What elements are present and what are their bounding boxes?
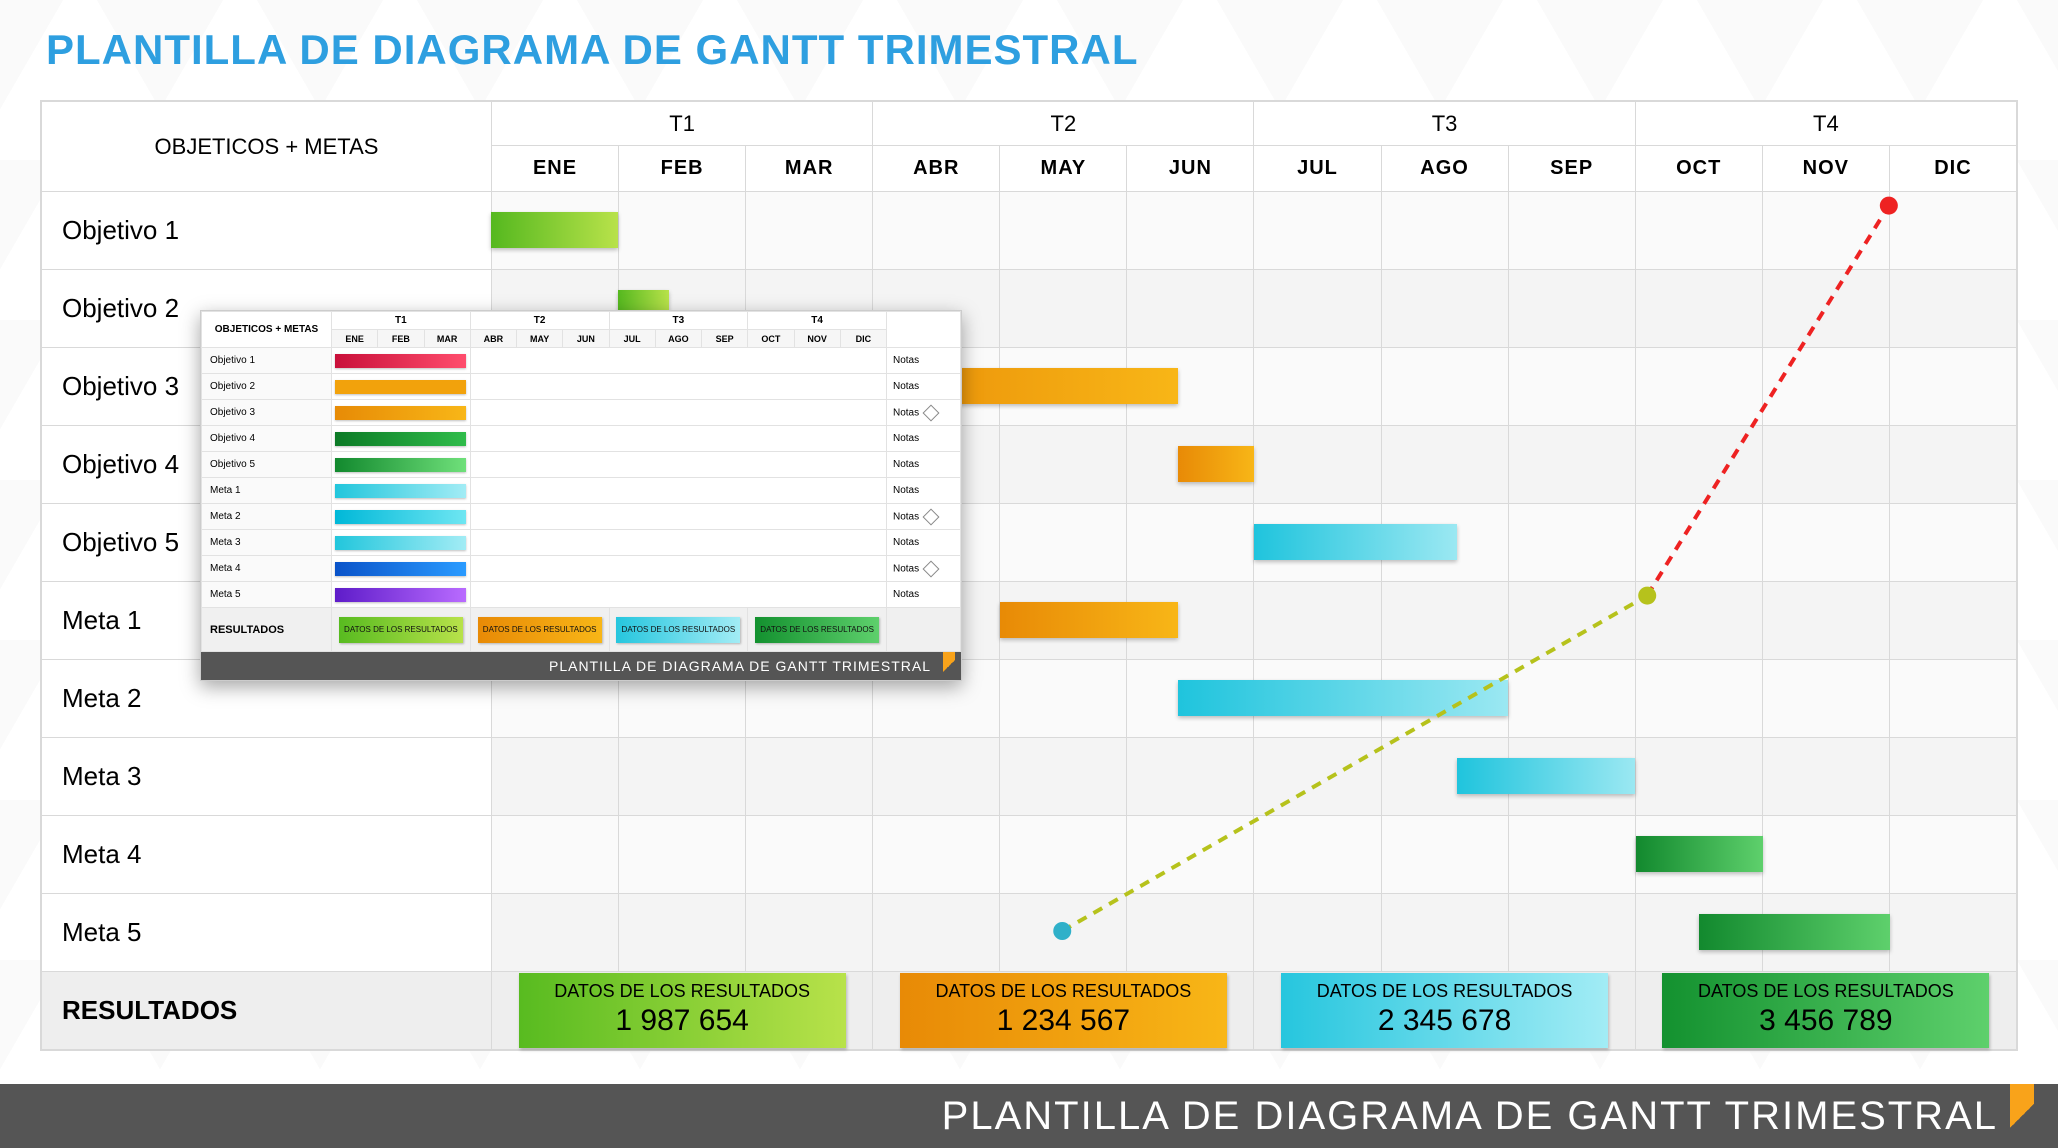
inset-notes: Notas [887, 348, 961, 374]
quarter-t2: T2 [873, 102, 1254, 146]
inset-row: Meta 1 [202, 478, 332, 504]
month-jul: JUL [1254, 146, 1381, 192]
quarter-t4: T4 [1635, 102, 2016, 146]
month-sep: SEP [1508, 146, 1635, 192]
inset-notes: Notas [887, 504, 961, 530]
month-dic: DIC [1889, 146, 2016, 192]
inset-footer: PLANTILLA DE DIAGRAMA DE GANTT TRIMESTRA… [201, 652, 961, 680]
inset-row: Meta 3 [202, 530, 332, 556]
result-box-label: DATOS DE LOS RESULTADOS [906, 981, 1221, 1002]
row-label: Objetivo 1 [42, 192, 492, 270]
quarter-t3: T3 [1254, 102, 1635, 146]
orange-chip-icon [943, 652, 955, 680]
inset-header: OBJETICOS + METAS [202, 312, 332, 348]
month-feb: FEB [619, 146, 746, 192]
footer-title: PLANTILLA DE DIAGRAMA DE GANTT TRIMESTRA… [942, 1094, 1998, 1139]
diamond-icon [922, 560, 939, 577]
month-jun: JUN [1127, 146, 1254, 192]
inset-footer-title: PLANTILLA DE DIAGRAMA DE GANTT TRIMESTRA… [549, 658, 931, 674]
month-oct: OCT [1635, 146, 1762, 192]
header-objectives-metas: OBJETICOS + METAS [42, 102, 492, 192]
inset-row: Meta 5 [202, 582, 332, 608]
results-label: RESULTADOS [42, 972, 492, 1050]
inset-q2: T2 [470, 312, 609, 330]
inset-row: Objetivo 1 [202, 348, 332, 374]
inset-preview-card: OBJETICOS + METAS T1 T2 T3 T4 ENEFEBMAR … [200, 310, 962, 681]
result-box-t1: DATOS DE LOS RESULTADOS1 987 654 [519, 973, 846, 1048]
result-value: 1 987 654 [525, 1004, 840, 1038]
inset-q3: T3 [609, 312, 748, 330]
result-box-t2: DATOS DE LOS RESULTADOS1 234 567 [900, 973, 1227, 1048]
inset-result-box: DATOS DE LOS RESULTADOS [755, 617, 879, 643]
inset-notes: Notas [887, 452, 961, 478]
inset-notes: Notas [887, 556, 961, 582]
diamond-icon [922, 508, 939, 525]
inset-row: Objetivo 5 [202, 452, 332, 478]
month-ago: AGO [1381, 146, 1508, 192]
inset-row: Objetivo 4 [202, 426, 332, 452]
inset-result-box: DATOS DE LOS RESULTADOS [616, 617, 740, 643]
diamond-icon [922, 404, 939, 421]
inset-q1: T1 [332, 312, 471, 330]
inset-notes: Notas [887, 374, 961, 400]
footer-bar: PLANTILLA DE DIAGRAMA DE GANTT TRIMESTRA… [0, 1084, 2058, 1148]
row-label: Meta 3 [42, 738, 492, 816]
inset-notes: Notas [887, 530, 961, 556]
month-ene: ENE [492, 146, 619, 192]
inset-row: Meta 4 [202, 556, 332, 582]
month-abr: ABR [873, 146, 1000, 192]
inset-notes: Notas [887, 582, 961, 608]
inset-notes: Notas [887, 426, 961, 452]
inset-row: Meta 2 [202, 504, 332, 530]
result-value: 1 234 567 [906, 1004, 1221, 1038]
inset-row: Objetivo 3 [202, 400, 332, 426]
page-title: PLANTILLA DE DIAGRAMA DE GANTT TRIMESTRA… [46, 26, 1138, 74]
inset-row: Objetivo 2 [202, 374, 332, 400]
result-value: 3 456 789 [1668, 1004, 1983, 1038]
inset-notes: Notas [887, 478, 961, 504]
row-label: Meta 5 [42, 894, 492, 972]
inset-notes: Notas [887, 400, 961, 426]
month-nov: NOV [1762, 146, 1889, 192]
result-box-label: DATOS DE LOS RESULTADOS [1668, 981, 1983, 1002]
result-box-label: DATOS DE LOS RESULTADOS [525, 981, 840, 1002]
result-value: 2 345 678 [1287, 1004, 1602, 1038]
quarter-t1: T1 [492, 102, 873, 146]
month-mar: MAR [746, 146, 873, 192]
orange-chip-icon [2010, 1084, 2034, 1148]
result-box-t4: DATOS DE LOS RESULTADOS3 456 789 [1662, 973, 1989, 1048]
inset-q4: T4 [748, 312, 887, 330]
row-label: Meta 4 [42, 816, 492, 894]
inset-result-box: DATOS DE LOS RESULTADOS [339, 617, 463, 643]
month-may: MAY [1000, 146, 1127, 192]
inset-results-label: RESULTADOS [202, 608, 332, 652]
result-box-label: DATOS DE LOS RESULTADOS [1287, 981, 1602, 1002]
result-box-t3: DATOS DE LOS RESULTADOS2 345 678 [1281, 973, 1608, 1048]
inset-result-box: DATOS DE LOS RESULTADOS [478, 617, 602, 643]
